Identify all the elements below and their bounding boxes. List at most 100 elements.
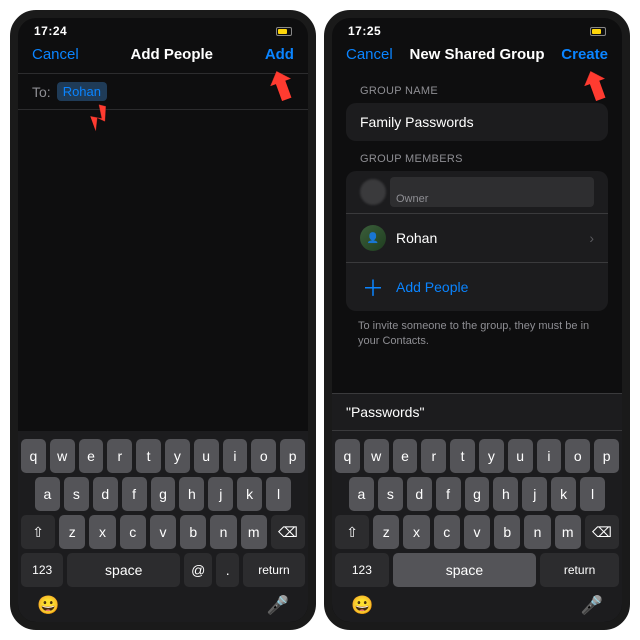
key-e[interactable]: e (79, 439, 104, 473)
key-q[interactable]: q (21, 439, 46, 473)
keyboard-suggestion-bar: "Passwords" (332, 393, 622, 431)
key-w[interactable]: w (364, 439, 389, 473)
key-n[interactable]: n (524, 515, 550, 549)
plus-icon: ＋ (360, 274, 386, 300)
key-h[interactable]: h (179, 477, 204, 511)
key-s[interactable]: s (378, 477, 403, 511)
key-a[interactable]: a (349, 477, 374, 511)
add-button[interactable]: Add (265, 46, 294, 63)
key-l[interactable]: l (580, 477, 605, 511)
key-y[interactable]: y (479, 439, 504, 473)
key-s[interactable]: s (64, 477, 89, 511)
to-field-row[interactable]: To: Rohan (18, 73, 308, 110)
chevron-right-icon: › (589, 230, 594, 246)
key-v[interactable]: v (464, 515, 490, 549)
key-d[interactable]: d (93, 477, 118, 511)
status-bar: 17:24 (18, 18, 308, 40)
key-x[interactable]: x (403, 515, 429, 549)
key-w[interactable]: w (50, 439, 75, 473)
keyboard-row-2: a s d f g h j k l (335, 477, 619, 511)
key-dot[interactable]: . (216, 553, 239, 587)
key-return[interactable]: return (243, 553, 305, 587)
suggestion-item[interactable]: "Passwords" (332, 394, 622, 430)
key-n[interactable]: n (210, 515, 236, 549)
key-k[interactable]: k (237, 477, 262, 511)
key-d[interactable]: d (407, 477, 432, 511)
key-o[interactable]: o (251, 439, 276, 473)
group-name-row[interactable] (346, 103, 608, 141)
key-p[interactable]: p (594, 439, 619, 473)
key-shift[interactable]: ⇧ (335, 515, 369, 549)
key-j[interactable]: j (522, 477, 547, 511)
keyboard-row-2: a s d f g h j k l (21, 477, 305, 511)
key-numbers[interactable]: 123 (21, 553, 63, 587)
key-v[interactable]: v (150, 515, 176, 549)
key-j[interactable]: j (208, 477, 233, 511)
cancel-button[interactable]: Cancel (32, 46, 79, 63)
keyboard-row-4: 123 space @ . return (21, 553, 305, 587)
key-o[interactable]: o (565, 439, 590, 473)
mic-icon[interactable]: 🎤 (267, 595, 289, 616)
key-r[interactable]: r (421, 439, 446, 473)
keyboard[interactable]: q w e r t y u i o p a s d f g h (18, 431, 308, 622)
key-q[interactable]: q (335, 439, 360, 473)
key-backspace[interactable]: ⌫ (585, 515, 619, 549)
key-z[interactable]: z (373, 515, 399, 549)
recipient-pill[interactable]: Rohan (57, 82, 107, 101)
add-people-row[interactable]: ＋ Add People (346, 262, 608, 311)
battery-icon (590, 27, 606, 36)
key-g[interactable]: g (151, 477, 176, 511)
member-name: Rohan (396, 230, 437, 246)
key-l[interactable]: l (266, 477, 291, 511)
cancel-button[interactable]: Cancel (346, 46, 393, 63)
key-space[interactable]: space (393, 553, 536, 587)
key-t[interactable]: t (136, 439, 161, 473)
keyboard[interactable]: q w e r t y u i o p a s d f g h (332, 431, 622, 622)
key-at[interactable]: @ (184, 553, 212, 587)
key-u[interactable]: u (508, 439, 533, 473)
key-h[interactable]: h (493, 477, 518, 511)
key-g[interactable]: g (465, 477, 490, 511)
key-backspace[interactable]: ⌫ (271, 515, 305, 549)
key-u[interactable]: u (194, 439, 219, 473)
key-y[interactable]: y (165, 439, 190, 473)
emoji-icon[interactable]: 😀 (37, 595, 59, 616)
key-b[interactable]: b (494, 515, 520, 549)
page-title: New Shared Group (409, 46, 544, 63)
keyboard-row-3: ⇧ z x c v b n m ⌫ (335, 515, 619, 549)
key-m[interactable]: m (241, 515, 267, 549)
member-row[interactable]: 👤 Rohan › (346, 213, 608, 262)
navbar: Cancel New Shared Group Create (332, 40, 622, 73)
key-f[interactable]: f (436, 477, 461, 511)
create-button[interactable]: Create (561, 46, 608, 63)
key-e[interactable]: e (393, 439, 418, 473)
key-space[interactable]: space (67, 553, 180, 587)
key-i[interactable]: i (537, 439, 562, 473)
key-m[interactable]: m (555, 515, 581, 549)
key-c[interactable]: c (120, 515, 146, 549)
key-r[interactable]: r (107, 439, 132, 473)
mic-icon[interactable]: 🎤 (581, 595, 603, 616)
key-numbers[interactable]: 123 (335, 553, 389, 587)
key-shift[interactable]: ⇧ (21, 515, 55, 549)
group-name-input[interactable] (360, 114, 594, 130)
key-i[interactable]: i (223, 439, 248, 473)
key-x[interactable]: x (89, 515, 115, 549)
emoji-icon[interactable]: 😀 (351, 595, 373, 616)
add-people-label: Add People (396, 279, 468, 295)
group-name-card (346, 103, 608, 141)
key-z[interactable]: z (59, 515, 85, 549)
key-k[interactable]: k (551, 477, 576, 511)
keyboard-row-4: 123 space return (335, 553, 619, 587)
key-t[interactable]: t (450, 439, 475, 473)
avatar (360, 179, 386, 205)
status-bar: 17:25 (332, 18, 622, 40)
key-b[interactable]: b (180, 515, 206, 549)
key-p[interactable]: p (280, 439, 305, 473)
navbar: Cancel Add People Add (18, 40, 308, 73)
key-c[interactable]: c (434, 515, 460, 549)
key-return[interactable]: return (540, 553, 619, 587)
key-a[interactable]: a (35, 477, 60, 511)
group-members-card: Owner 👤 Rohan › ＋ Add People (346, 171, 608, 311)
key-f[interactable]: f (122, 477, 147, 511)
